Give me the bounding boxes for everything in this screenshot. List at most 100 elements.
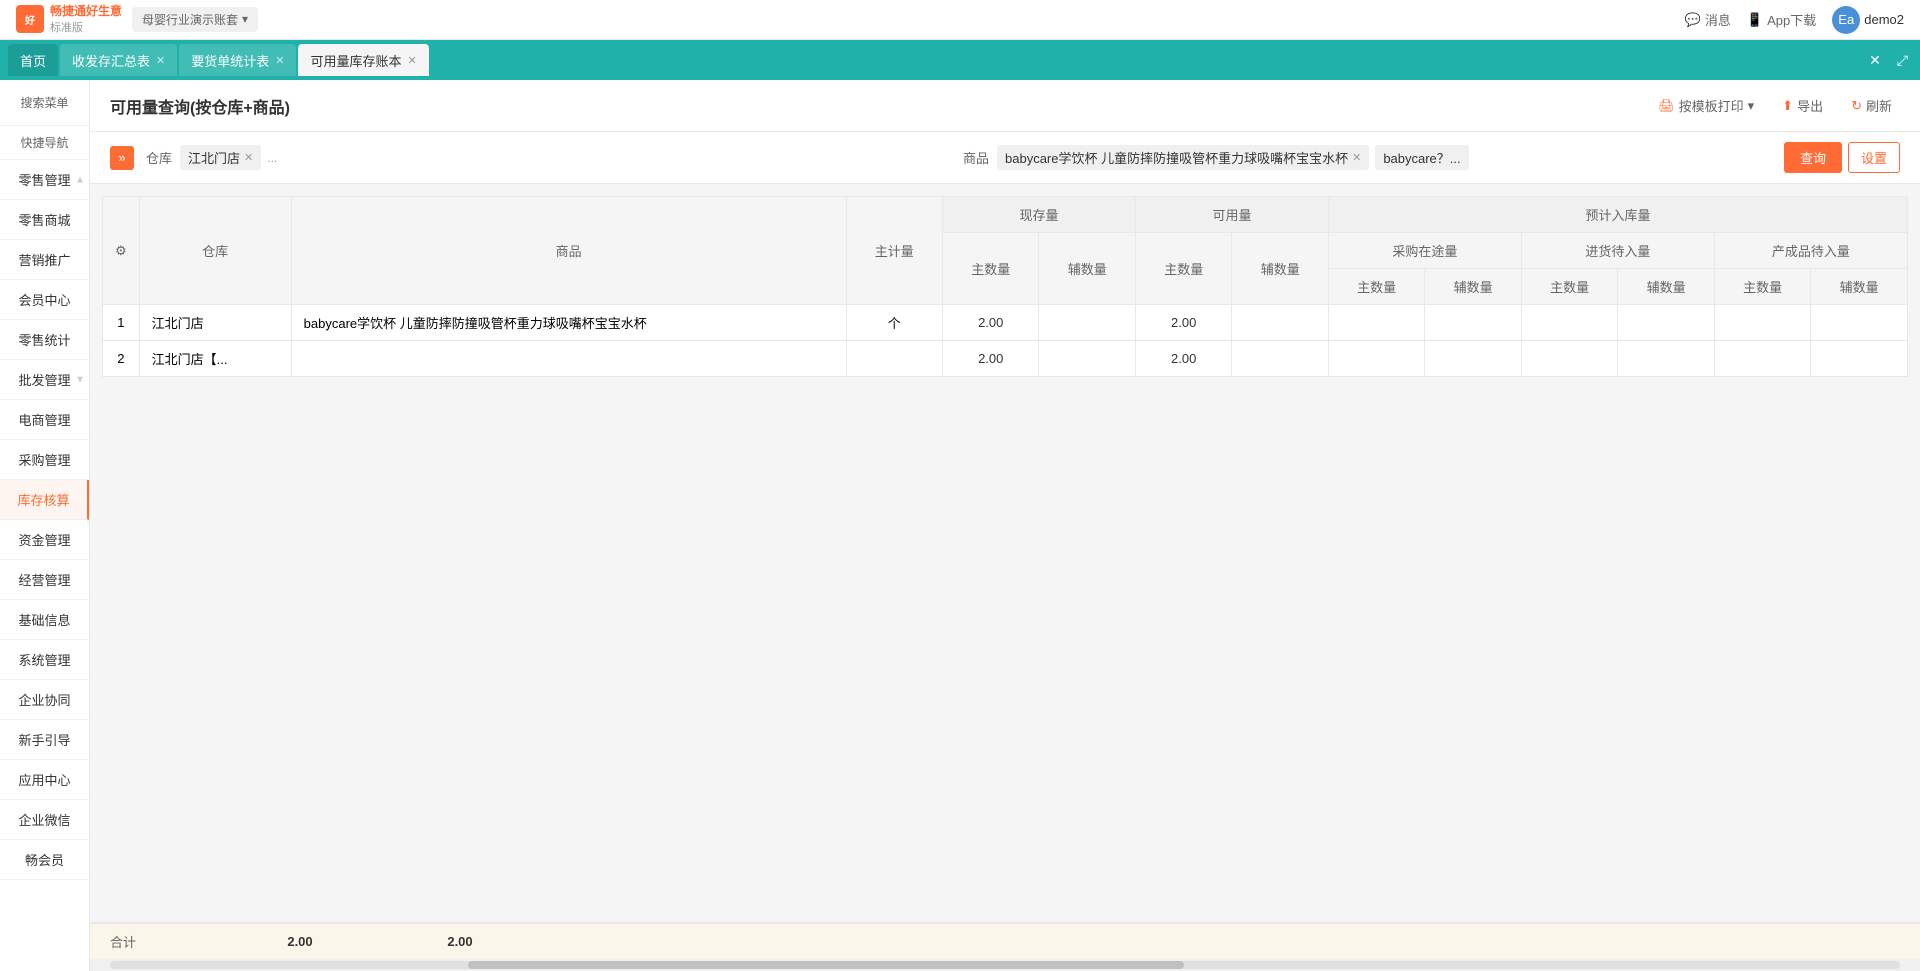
warehouse-tag-0: 江北门店 ✕ — [180, 145, 261, 170]
horizontal-scrollbar[interactable] — [90, 959, 1920, 971]
quick-nav-button[interactable]: 快捷导航 — [0, 126, 89, 160]
home-tab-label: 首页 — [20, 51, 46, 70]
warehouse-filter-tags: 江北门店 ✕ ... — [180, 145, 955, 170]
row1-purchase-main — [1328, 305, 1424, 341]
sidebar-item-apps[interactable]: 应用中心 — [0, 760, 89, 800]
content-area: 可用量查询(按仓库+商品) 🖨 按模板打印 ▾ ⬆ 导出 ↻ 刷新 — [90, 80, 1920, 971]
sidebar-item-operation[interactable]: 经营管理 — [0, 560, 89, 600]
warehouse-col-header: 仓库 — [139, 197, 291, 305]
purchase-aux-header: 辅数量 — [1425, 269, 1521, 305]
page-header: 可用量查询(按仓库+商品) 🖨 按模板打印 ▾ ⬆ 导出 ↻ 刷新 — [90, 80, 1920, 132]
row1-index: 1 — [103, 305, 140, 341]
product-tag-remove[interactable]: ✕ — [1352, 151, 1361, 164]
sidebar-item-inventory[interactable]: 库存核算 — [0, 480, 89, 520]
tab-receipts[interactable]: 收发存汇总表 ✕ — [60, 44, 177, 76]
maximize-window-button[interactable]: ⤢ — [1893, 50, 1912, 71]
filter-section: 仓库 江北门店 ✕ ... 商品 babycare学饮杯 儿童防摔防撞吸管杯重力… — [146, 145, 1772, 170]
avail-main-header: 主数量 — [1135, 233, 1231, 305]
receipts-tab-label: 收发存汇总表 — [72, 51, 150, 70]
export-button[interactable]: ⬆ 导出 — [1774, 92, 1831, 119]
print-button[interactable]: 🖨 按模板打印 ▾ — [1650, 92, 1762, 119]
row2-prod-main — [1714, 341, 1810, 377]
table-row: 2 江北门店【... 2.00 2.00 — [103, 341, 1908, 377]
warehouse-tag-remove[interactable]: ✕ — [244, 151, 253, 164]
purchase-in-group: 采购在途量 — [1328, 233, 1521, 269]
tab-stock[interactable]: 可用量库存账本 ✕ — [298, 44, 428, 76]
sidebar-item-vip[interactable]: 畅会员 — [0, 840, 89, 880]
sidebar-item-purchase[interactable]: 采购管理 — [0, 440, 89, 480]
sidebar-item-label: 企业协同 — [18, 690, 70, 709]
row2-unit — [846, 341, 942, 377]
sidebar-item-batch-mgmt[interactable]: 批发管理 ▼ — [0, 360, 89, 400]
product-tag-text: babycare学饮杯 儿童防摔防撞吸管杯重力球吸嘴杯宝宝水杯 — [1005, 148, 1348, 167]
query-button[interactable]: 查询 — [1784, 142, 1842, 173]
sidebar-item-retail-mgmt[interactable]: 零售管理 ▲ — [0, 160, 89, 200]
scrollbar-thumb[interactable] — [468, 961, 1184, 969]
app-download-button[interactable]: 📱 App下载 — [1747, 10, 1816, 29]
stock-close-icon[interactable]: ✕ — [408, 54, 417, 67]
search-menu-button[interactable]: 搜索菜单 — [8, 88, 81, 117]
prod-main-header: 主数量 — [1714, 269, 1810, 305]
sidebar-item-retail-mall[interactable]: 零售商城 — [0, 200, 89, 240]
tab-orders[interactable]: 要货单统计表 ✕ — [179, 44, 296, 76]
page-actions: 🖨 按模板打印 ▾ ⬆ 导出 ↻ 刷新 — [1650, 92, 1900, 119]
sidebar-item-retail-stats[interactable]: 零售统计 — [0, 320, 89, 360]
sidebar-item-marketing[interactable]: 营销推广 — [0, 240, 89, 280]
goods-aux-header: 辅数量 — [1618, 269, 1714, 305]
data-table: ⚙ 仓库 商品 主计量 现存量 可用量 预计入库量 主数量 辅数量 主数量 辅数… — [102, 196, 1908, 377]
print-dropdown-icon: ▾ — [1748, 98, 1755, 114]
avatar: Ea — [1832, 6, 1860, 34]
settings-button[interactable]: 设置 — [1848, 142, 1900, 173]
warehouse-more[interactable]: ... — [267, 151, 277, 165]
filter-expand-button[interactable]: » — [110, 146, 134, 170]
stock-tab-label: 可用量库存账本 — [310, 51, 401, 70]
filter-actions: 查询 设置 — [1784, 142, 1900, 173]
refresh-icon: ↻ — [1851, 98, 1862, 114]
row1-unit: 个 — [846, 305, 942, 341]
row1-stock-main: 2.00 — [943, 305, 1039, 341]
message-button[interactable]: 💬 消息 — [1685, 10, 1731, 29]
row2-purchase-aux — [1425, 341, 1521, 377]
orders-tab-label: 要货单统计表 — [191, 51, 269, 70]
refresh-label: 刷新 — [1866, 96, 1892, 115]
orders-close-icon[interactable]: ✕ — [275, 54, 284, 67]
sidebar-item-label: 应用中心 — [18, 770, 70, 789]
sidebar-item-system[interactable]: 系统管理 — [0, 640, 89, 680]
sidebar-item-ecom[interactable]: 电商管理 — [0, 400, 89, 440]
tab-bar: 首页 收发存汇总表 ✕ 要货单统计表 ✕ 可用量库存账本 ✕ ✕ ⤢ — [0, 40, 1920, 80]
expand-arrows-icon: » — [118, 150, 125, 165]
user-area[interactable]: Ea demo2 — [1832, 6, 1904, 34]
table-container: ⚙ 仓库 商品 主计量 现存量 可用量 预计入库量 主数量 辅数量 主数量 辅数… — [90, 184, 1920, 922]
sidebar-item-guide[interactable]: 新手引导 — [0, 720, 89, 760]
receipts-close-icon[interactable]: ✕ — [156, 54, 165, 67]
goods-in-group: 进货待入量 — [1521, 233, 1714, 269]
template-tag: 标准版 — [50, 19, 122, 35]
table-row: 1 江北门店 babycare学饮杯 儿童防摔防撞吸管杯重力球吸嘴杯宝宝水杯 个… — [103, 305, 1908, 341]
row2-product — [291, 341, 846, 377]
sidebar-item-label: 畅会员 — [25, 850, 64, 869]
product-col-header: 商品 — [291, 197, 846, 305]
sidebar-search-section: 搜索菜单 — [0, 80, 89, 126]
available-group-header: 可用量 — [1135, 197, 1328, 233]
row1-prod-main — [1714, 305, 1810, 341]
warehouse-tag-text: 江北门店 — [188, 148, 240, 167]
sidebar-item-label: 批发管理 — [18, 370, 70, 389]
refresh-button[interactable]: ↻ 刷新 — [1843, 92, 1900, 119]
row1-warehouse: 江北门店 — [139, 305, 291, 341]
print-label: 按模板打印 — [1679, 96, 1744, 115]
sidebar-item-enterprise[interactable]: 企业协同 — [0, 680, 89, 720]
sidebar-item-finance[interactable]: 资金管理 — [0, 520, 89, 560]
sidebar-item-wechat[interactable]: 企业微信 — [0, 800, 89, 840]
purchase-main-header: 主数量 — [1328, 269, 1424, 305]
row1-purchase-aux — [1425, 305, 1521, 341]
industry-selector[interactable]: 母婴行业演示账套 ▾ — [132, 7, 258, 32]
footer-avail-main: 2.00 — [420, 934, 500, 949]
sidebar-item-label: 资金管理 — [18, 530, 70, 549]
tab-home[interactable]: 首页 — [8, 44, 58, 76]
row1-avail-main: 2.00 — [1135, 305, 1231, 341]
sidebar-item-basic[interactable]: 基础信息 — [0, 600, 89, 640]
logo-icon: 好 — [16, 5, 44, 33]
stock-group-header: 现存量 — [943, 197, 1136, 233]
close-window-button[interactable]: ✕ — [1865, 50, 1885, 71]
sidebar-item-member[interactable]: 会员中心 — [0, 280, 89, 320]
